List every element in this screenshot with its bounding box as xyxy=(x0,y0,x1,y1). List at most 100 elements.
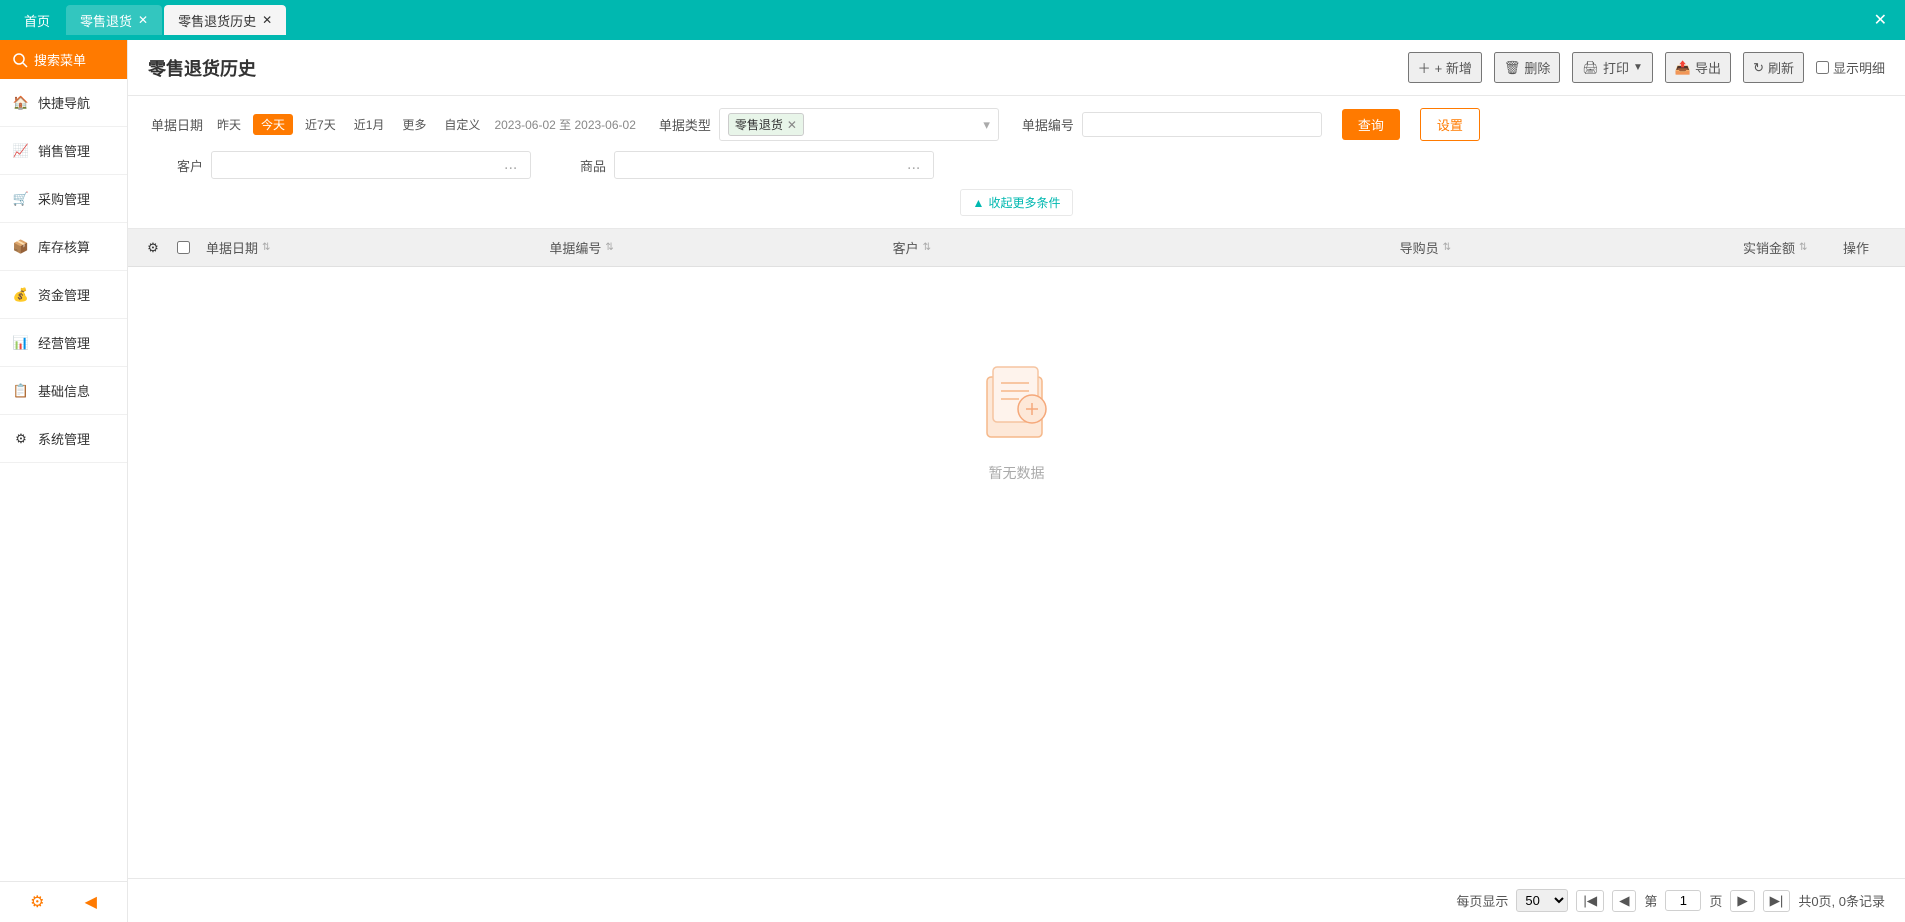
sidebar-nav: 🏠 快捷导航 📈 销售管理 🛒 采购管理 📦 库存核算 💰 资金管理 📊 xyxy=(0,79,127,881)
customer-filter-input[interactable] xyxy=(220,158,500,173)
nav-label-quick-nav: 快捷导航 xyxy=(38,93,90,112)
sidebar-item-purchase[interactable]: 🛒 采购管理 xyxy=(0,175,127,223)
customer-filter-label: 客户 xyxy=(148,156,203,175)
refresh-button[interactable]: ↻ 刷新 xyxy=(1743,52,1804,83)
sidebar-item-quick-nav[interactable]: 🏠 快捷导航 xyxy=(0,79,127,127)
export-button[interactable]: 📤 导出 xyxy=(1665,52,1731,83)
tab-retail-return-history[interactable]: 零售退货历史 ✕ xyxy=(164,5,286,35)
th-no[interactable]: 单据编号 ⇅ xyxy=(541,238,884,257)
sidebar-item-finance[interactable]: 💰 资金管理 xyxy=(0,271,127,319)
nav-label-operation: 经营管理 xyxy=(38,333,90,352)
goods-filter-label: 商品 xyxy=(551,156,606,175)
type-tag-close[interactable]: ✕ xyxy=(787,118,797,132)
customer-more-icon[interactable]: ... xyxy=(504,156,517,174)
nav-label-finance: 资金管理 xyxy=(38,285,90,304)
sort-amount-icon: ⇅ xyxy=(1799,242,1807,253)
tab-bar: 首页 零售退货 ✕ 零售退货历史 ✕ ✕ xyxy=(0,0,1905,40)
customer-input-wrapper[interactable]: ... xyxy=(211,151,531,179)
table-settings-icon[interactable]: ⚙ xyxy=(138,240,168,256)
prev-page-button[interactable]: ◀ xyxy=(1612,890,1636,912)
date-range-display: 2023-06-02 至 2023-06-02 xyxy=(494,116,635,133)
tab-home[interactable]: 首页 xyxy=(10,5,64,35)
finance-icon: 💰 xyxy=(12,286,30,304)
select-all-checkbox[interactable] xyxy=(177,241,190,254)
close-tab-retail-return-history[interactable]: ✕ xyxy=(262,13,272,27)
date-btn-7days[interactable]: 近7天 xyxy=(299,114,342,135)
goods-filter-input[interactable] xyxy=(623,158,903,173)
sidebar-item-system[interactable]: ⚙ 系统管理 xyxy=(0,415,127,463)
type-select-arrow: ▾ xyxy=(983,117,990,133)
th-action-label: 操作 xyxy=(1843,238,1869,257)
purchase-icon: 🛒 xyxy=(12,190,30,208)
type-select[interactable]: 零售退货 ✕ ▾ xyxy=(719,108,999,141)
th-guide[interactable]: 导购员 ⇅ xyxy=(1392,238,1735,257)
delete-icon: 🗑 xyxy=(1504,60,1521,76)
table-area: ⚙ 单据日期 ⇅ 单据编号 ⇅ 客户 ⇅ 导购员 ⇅ xyxy=(128,229,1905,878)
settings-bottom-icon[interactable]: ⚙ xyxy=(30,892,44,912)
filter-area: 单据日期 昨天 今天 近7天 近1月 更多 自定义 2023-06-02 至 2… xyxy=(128,96,1905,229)
nav-label-sales: 销售管理 xyxy=(38,141,90,160)
collapse-sidebar-icon[interactable]: ◀ xyxy=(85,892,97,912)
goods-input-wrapper[interactable]: ... xyxy=(614,151,934,179)
empty-text: 暂无数据 xyxy=(989,463,1045,483)
empty-state: 暂无数据 xyxy=(128,267,1905,563)
print-dropdown-icon: ▼ xyxy=(1633,62,1643,73)
query-button[interactable]: 查询 xyxy=(1342,109,1400,140)
export-icon: 📤 xyxy=(1675,60,1691,76)
nav-label-system: 系统管理 xyxy=(38,429,90,448)
settings-button[interactable]: 设置 xyxy=(1420,108,1480,141)
window-close-button[interactable]: ✕ xyxy=(1866,6,1895,34)
goods-more-icon[interactable]: ... xyxy=(907,156,920,174)
search-menu[interactable]: 搜索菜单 xyxy=(0,40,127,79)
page-size-select[interactable]: 10 20 50 100 xyxy=(1516,889,1568,912)
date-btn-yesterday[interactable]: 昨天 xyxy=(211,114,247,135)
print-button[interactable]: 🖨 打印 ▼ xyxy=(1572,52,1652,83)
th-amount-label: 实销金额 xyxy=(1743,238,1795,257)
refresh-label: 刷新 xyxy=(1768,58,1794,77)
search-icon xyxy=(12,52,28,68)
date-btn-more[interactable]: 更多 xyxy=(396,114,432,135)
sidebar-item-basic-info[interactable]: 📋 基础信息 xyxy=(0,367,127,415)
header-actions: ＋ + 新增 🗑 删除 🖨 打印 ▼ 📤 导出 ↻ xyxy=(1408,52,1885,83)
sidebar-item-inventory[interactable]: 📦 库存核算 xyxy=(0,223,127,271)
new-label: + 新增 xyxy=(1435,58,1472,77)
delete-button[interactable]: 🗑 删除 xyxy=(1494,52,1561,83)
export-label: 导出 xyxy=(1695,58,1721,77)
sidebar: 搜索菜单 🏠 快捷导航 📈 销售管理 🛒 采购管理 📦 库存核算 💰 资金管理 xyxy=(0,40,128,922)
last-page-button[interactable]: ▶| xyxy=(1763,890,1791,912)
type-filter-group: 单据类型 零售退货 ✕ ▾ xyxy=(656,108,999,141)
settings-label: 设置 xyxy=(1437,115,1463,134)
date-btn-custom[interactable]: 自定义 xyxy=(438,114,486,135)
total-info: 共0页, 0条记录 xyxy=(1798,891,1885,910)
filter-row-2: 客户 ... 商品 ... xyxy=(148,151,1885,179)
no-filter-input[interactable] xyxy=(1082,112,1322,137)
collapse-button[interactable]: ▲ 收起更多条件 xyxy=(960,189,1074,216)
sidebar-item-operation[interactable]: 📊 经营管理 xyxy=(0,319,127,367)
page-title: 零售退货历史 xyxy=(148,55,256,81)
inventory-icon: 📦 xyxy=(12,238,30,256)
next-page-button[interactable]: ▶ xyxy=(1730,890,1754,912)
table-select-all[interactable] xyxy=(168,241,198,254)
th-date[interactable]: 单据日期 ⇅ xyxy=(198,238,541,257)
table-header: ⚙ 单据日期 ⇅ 单据编号 ⇅ 客户 ⇅ 导购员 ⇅ xyxy=(128,229,1905,267)
th-customer-label: 客户 xyxy=(893,238,919,257)
page-header: 零售退货历史 ＋ + 新增 🗑 删除 🖨 打印 ▼ 📤 导出 xyxy=(128,40,1905,96)
first-page-button[interactable]: |◀ xyxy=(1576,890,1604,912)
system-icon: ⚙ xyxy=(12,430,30,448)
sidebar-item-sales[interactable]: 📈 销售管理 xyxy=(0,127,127,175)
th-customer[interactable]: 客户 ⇅ xyxy=(885,238,1392,257)
th-amount[interactable]: 实销金额 ⇅ xyxy=(1735,238,1835,257)
date-buttons: 昨天 今天 近7天 近1月 更多 自定义 xyxy=(211,114,486,135)
main-layout: 搜索菜单 🏠 快捷导航 📈 销售管理 🛒 采购管理 📦 库存核算 💰 资金管理 xyxy=(0,40,1905,922)
date-btn-1month[interactable]: 近1月 xyxy=(348,114,391,135)
empty-icon xyxy=(967,347,1067,447)
tab-retail-return[interactable]: 零售退货 ✕ xyxy=(66,5,162,35)
close-tab-retail-return[interactable]: ✕ xyxy=(138,13,148,27)
show-detail-checkbox[interactable] xyxy=(1816,61,1829,74)
show-detail-checkbox-label[interactable]: 显示明细 xyxy=(1816,58,1885,77)
date-btn-today[interactable]: 今天 xyxy=(253,114,293,135)
sort-date-icon: ⇅ xyxy=(262,242,270,253)
new-button[interactable]: ＋ + 新增 xyxy=(1408,52,1482,83)
page-number-input[interactable]: 1 xyxy=(1665,890,1701,911)
nav-label-inventory: 库存核算 xyxy=(38,237,90,256)
